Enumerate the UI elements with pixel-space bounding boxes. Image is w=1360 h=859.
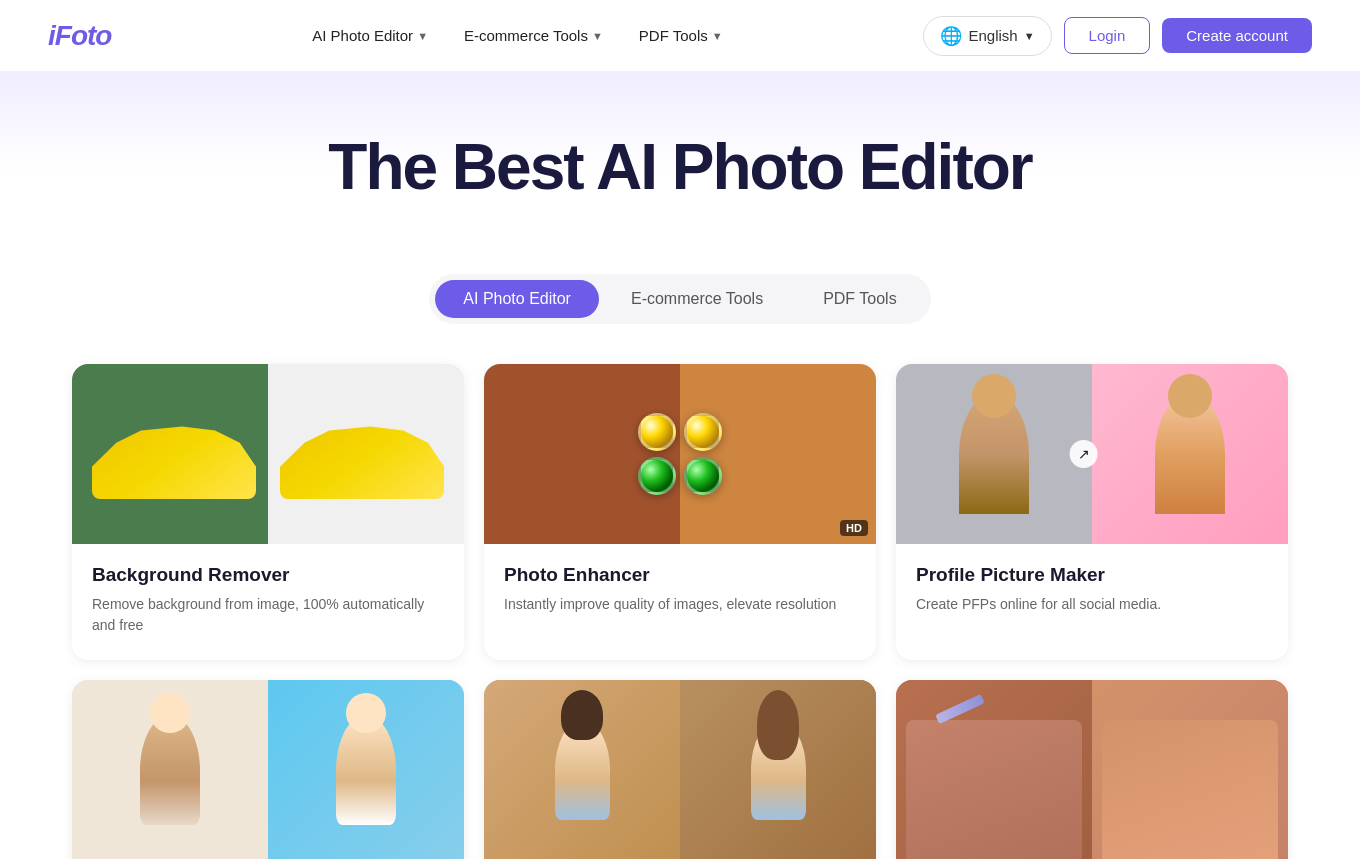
- jewel-group-right: [684, 413, 722, 495]
- hero-section: The Best AI Photo Editor: [0, 72, 1360, 242]
- nav-pdf-tools-chevron: ▼: [712, 30, 723, 42]
- nav-ai-photo-editor-chevron: ▼: [417, 30, 428, 42]
- card-ai-hairstyle[interactable]: AI Hairstyle: [484, 680, 876, 859]
- card-profile-image: ↗: [896, 364, 1288, 544]
- card-enhancer-title: Photo Enhancer: [504, 564, 856, 586]
- nav-ai-photo-editor-label: AI Photo Editor: [312, 27, 413, 44]
- card-profile-picture-maker[interactable]: ↗ Profile Picture Maker Create PFPs onli…: [896, 364, 1288, 660]
- nav-ecommerce-tools-label: E-commerce Tools: [464, 27, 588, 44]
- card-enhancer-content: Photo Enhancer Instantly improve quality…: [484, 544, 876, 639]
- profile-person-right: [1155, 394, 1225, 514]
- nav-ecommerce-tools[interactable]: E-commerce Tools ▼: [450, 19, 617, 52]
- cards-section: Background Remover Remove background fro…: [0, 364, 1360, 859]
- passport-person-right: [336, 715, 396, 825]
- card-profile-desc: Create PFPs online for all social media.: [916, 594, 1268, 615]
- nav-ai-photo-editor[interactable]: AI Photo Editor ▼: [298, 19, 442, 52]
- profile-person-left: [959, 394, 1029, 514]
- jewel-1: [638, 413, 676, 451]
- tabs-container: AI Photo Editor E-commerce Tools PDF Too…: [0, 274, 1360, 324]
- card-bg-remover-image: [72, 364, 464, 544]
- passport-person-left: [140, 715, 200, 825]
- header-right: 🌐 English ▼ Login Create account: [923, 16, 1312, 56]
- card-photo-enhancer[interactable]: HD Photo Enhancer Instantly improve qual…: [484, 364, 876, 660]
- create-account-button[interactable]: Create account: [1162, 18, 1312, 53]
- hairstyle-person-right: [751, 720, 806, 820]
- jacket-right: [1102, 720, 1278, 859]
- tab-ecommerce-tools[interactable]: E-commerce Tools: [603, 280, 791, 318]
- logo[interactable]: iFoto: [48, 20, 111, 52]
- jewel-2: [638, 457, 676, 495]
- login-button[interactable]: Login: [1064, 17, 1151, 54]
- jewel-3: [684, 413, 722, 451]
- card-profile-content: Profile Picture Maker Create PFPs online…: [896, 544, 1288, 639]
- tab-ai-photo-editor[interactable]: AI Photo Editor: [435, 280, 599, 318]
- passport-half-right: [268, 680, 464, 859]
- language-chevron-icon: ▼: [1024, 30, 1035, 42]
- jacket-left: [906, 720, 1082, 859]
- hairstyle-half-left: [484, 680, 680, 859]
- card-bg-remover-content: Background Remover Remove background fro…: [72, 544, 464, 660]
- header: iFoto AI Photo Editor ▼ E-commerce Tools…: [0, 0, 1360, 72]
- nav-pdf-tools[interactable]: PDF Tools ▼: [625, 19, 737, 52]
- jewel-group-left: [638, 413, 676, 495]
- hairstyle-half-right: [680, 680, 876, 859]
- card-enhancer-desc: Instantly improve quality of images, ele…: [504, 594, 856, 615]
- card-passport-photo-maker[interactable]: Passport Photo Maker: [72, 680, 464, 859]
- card-cleanup-pictures[interactable]: Cleanup Pictures: [896, 680, 1288, 859]
- nav-pdf-tools-label: PDF Tools: [639, 27, 708, 44]
- hairstyle-person-left: [555, 720, 610, 820]
- profile-half-right: ↗: [1092, 364, 1288, 544]
- card-background-remover[interactable]: Background Remover Remove background fro…: [72, 364, 464, 660]
- tab-pdf-tools[interactable]: PDF Tools: [795, 280, 925, 318]
- hd-badge: HD: [840, 520, 868, 536]
- card-passport-image: [72, 680, 464, 859]
- card-profile-title: Profile Picture Maker: [916, 564, 1268, 586]
- cleanup-half-right: [1092, 680, 1288, 859]
- nav-ecommerce-tools-chevron: ▼: [592, 30, 603, 42]
- language-selector[interactable]: 🌐 English ▼: [923, 16, 1051, 56]
- cards-grid: Background Remover Remove background fro…: [72, 364, 1288, 859]
- passport-half-left: [72, 680, 268, 859]
- profile-half-left: [896, 364, 1092, 544]
- globe-icon: 🌐: [940, 25, 962, 47]
- card-bg-remover-desc: Remove background from image, 100% autom…: [92, 594, 444, 636]
- language-label: English: [968, 27, 1017, 44]
- jewel-4: [684, 457, 722, 495]
- card-cleanup-image: [896, 680, 1288, 859]
- share-icon: ↗: [1070, 440, 1098, 468]
- card-enhancer-image: HD: [484, 364, 876, 544]
- main-nav: AI Photo Editor ▼ E-commerce Tools ▼ PDF…: [298, 19, 736, 52]
- card-bg-remover-title: Background Remover: [92, 564, 444, 586]
- cleanup-half-left: [896, 680, 1092, 859]
- hero-title: The Best AI Photo Editor: [48, 132, 1312, 202]
- card-hairstyle-image: [484, 680, 876, 859]
- category-tabs: AI Photo Editor E-commerce Tools PDF Too…: [429, 274, 930, 324]
